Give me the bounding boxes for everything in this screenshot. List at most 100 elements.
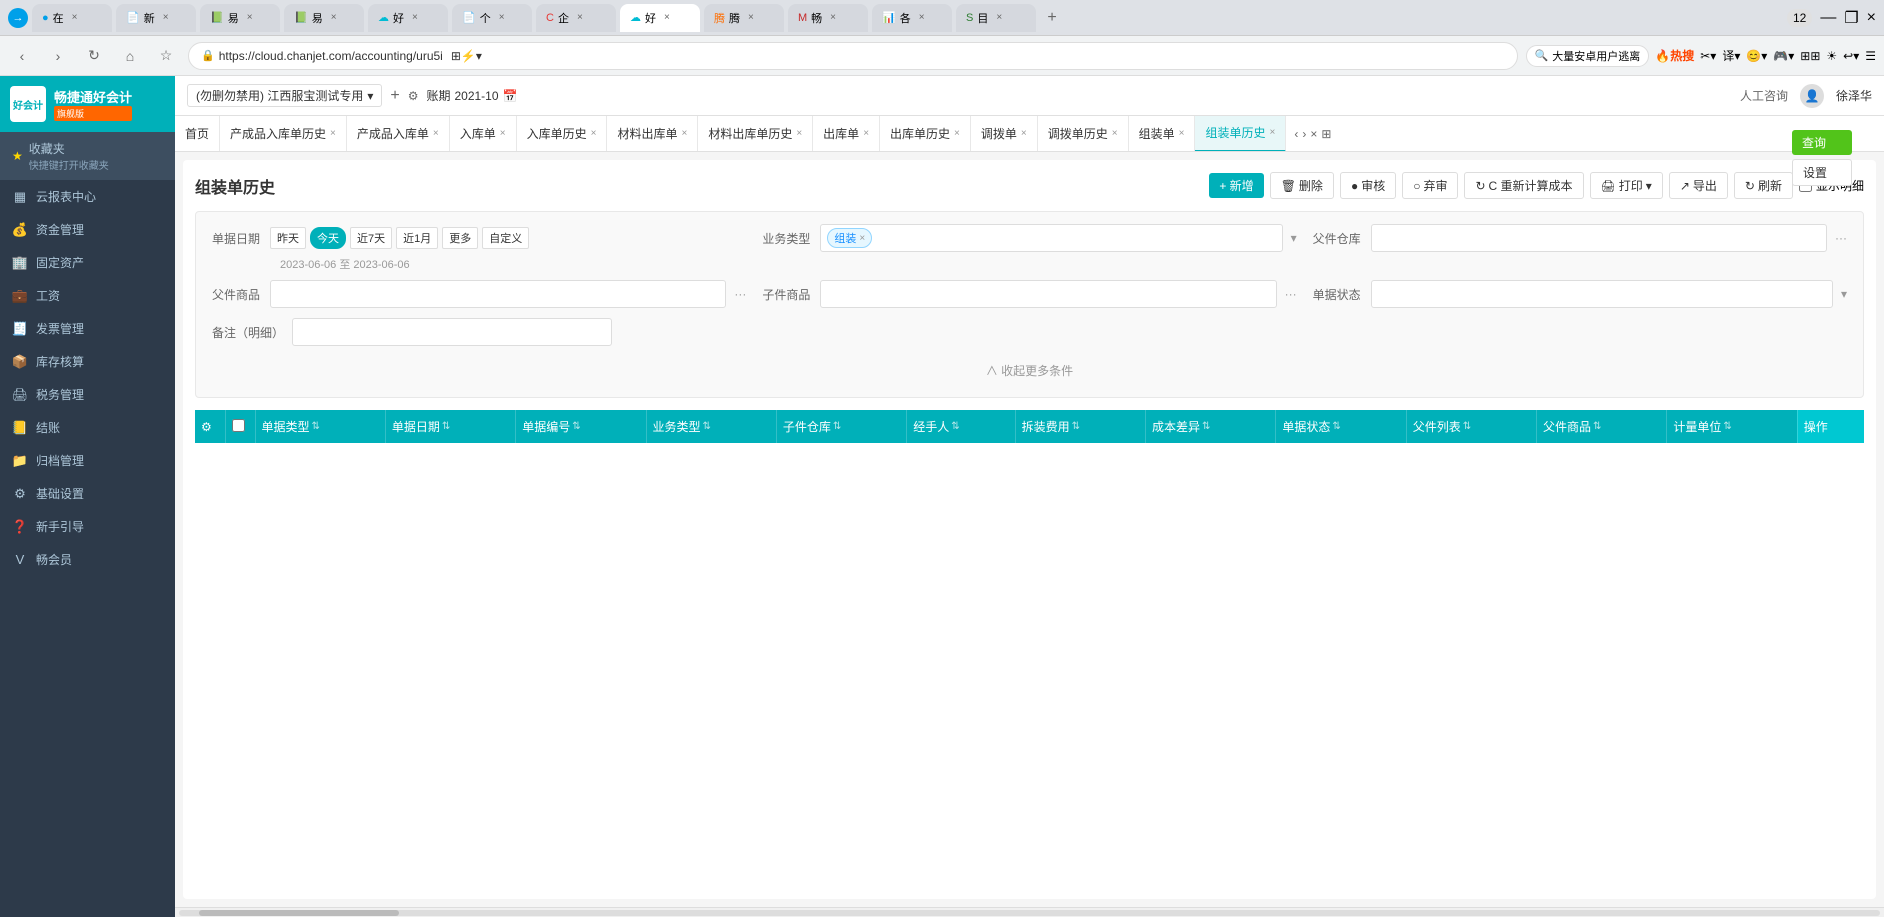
lightning-icon[interactable]: ⚡ [461,49,476,63]
sidebar-item-vip[interactable]: V 畅会员 [0,543,175,576]
tab-material-outbound-history[interactable]: 材料出库单历史 × [698,116,813,152]
home-button[interactable]: ⌂ [116,42,144,70]
company-selector[interactable]: (勿删勿禁用) 江西服宝测试专用 ▾ [187,84,382,107]
th-unit[interactable]: 计量单位 ⇅ [1667,410,1797,443]
tab-close-all-icon[interactable]: × [1310,127,1317,141]
th-cost-diff[interactable]: 成本差异 ⇅ [1146,410,1276,443]
th-document-number[interactable]: 单据编号 ⇅ [516,410,646,443]
tab-close-icon[interactable]: × [681,128,687,139]
grid-icon[interactable]: ⊞⊞ [1800,49,1820,63]
minimize-button[interactable]: — [1820,9,1836,27]
scrollbar-thumb[interactable] [199,910,399,916]
menu-icon[interactable]: ☰ [1865,49,1876,63]
sidebar-item-inventory[interactable]: 📦 库存核算 [0,345,175,378]
qr-code-icon[interactable]: ⊞ [451,49,461,63]
tab-close-icon[interactable]: × [591,128,597,139]
emoji-icon[interactable]: 😊▾ [1746,49,1767,63]
tab-close-icon[interactable]: × [1112,128,1118,139]
order-status-dropdown-icon[interactable]: ▾ [1841,287,1847,301]
yesterday-button[interactable]: 昨天 [270,227,306,249]
recalculate-button[interactable]: ↻ C 重新计算成本 [1464,172,1583,199]
th-parent-list[interactable]: 父件列表 ⇅ [1406,410,1536,443]
tab-assembly[interactable]: 组装单 × [1129,116,1196,152]
browser-tab-12[interactable]: S 目 × [956,4,1036,32]
print-button[interactable]: 🖨 打印 ▾ [1590,172,1663,199]
parent-goods-input[interactable] [270,280,726,308]
search-box[interactable]: 🔍 大量安卓用户逃离 [1526,45,1650,67]
sidebar-item-tax[interactable]: 🖨 税务管理 [0,378,175,411]
browser-tab-5[interactable]: ☁ 好 × [368,4,448,32]
last1month-button[interactable]: 近1月 [396,227,438,249]
browser-tab-7[interactable]: C 企 × [536,4,616,32]
address-bar[interactable]: 🔒 https://cloud.chanjet.com/accounting/u… [188,42,1518,70]
today-button[interactable]: 今天 [310,227,346,249]
more-options-icon[interactable]: ··· [1835,231,1847,245]
calendar-icon[interactable]: 📅 [503,89,518,103]
tab-outbound[interactable]: 出库单 × [813,116,880,152]
add-company-button[interactable]: + [390,87,399,105]
child-goods-more-icon[interactable]: ··· [1285,287,1297,301]
tab-close-icon[interactable]: × [330,128,336,139]
tab-close-icon[interactable]: × [1269,127,1275,138]
game-icon[interactable]: 🎮▾ [1773,49,1794,63]
select-all-checkbox[interactable] [232,419,245,432]
bookmark-button[interactable]: ☆ [152,42,180,70]
tab-close-icon[interactable]: × [1021,128,1027,139]
custom-button[interactable]: 自定义 [482,227,529,249]
tag-close-icon[interactable]: × [859,233,865,244]
export-button[interactable]: ↗ 导出 [1669,172,1728,199]
th-parent-goods[interactable]: 父件商品 ⇅ [1537,410,1667,443]
th-check[interactable] [225,410,255,443]
add-button[interactable]: + 新增 [1209,173,1263,198]
theme-icon[interactable]: ☀ [1826,49,1837,63]
browser-tab-8[interactable]: ☁ 好 × [620,4,700,32]
forward-button[interactable]: › [44,42,72,70]
tab-assembly-history[interactable]: 组装单历史 × [1195,116,1286,152]
hot-search-label[interactable]: 🔥热搜 [1655,47,1694,64]
sidebar-item-capital[interactable]: 💰 资金管理 [0,213,175,246]
browser-tab-2[interactable]: 📄 新 × [116,4,196,32]
translate-icon[interactable]: 译▾ [1722,47,1740,64]
dropdown-arrow-icon[interactable]: ▾ [476,49,482,63]
th-gear[interactable]: ⚙ [195,410,225,443]
restore-button[interactable]: ❐ [1844,8,1858,28]
undo-icon[interactable]: ↩▾ [1843,49,1859,63]
sidebar-item-archive[interactable]: 📁 归档管理 [0,444,175,477]
parent-goods-more-icon[interactable]: ··· [734,287,746,301]
child-goods-input[interactable] [820,280,1276,308]
service-link[interactable]: 人工咨询 [1740,87,1788,104]
settings-query-button[interactable]: 设置 [1792,160,1852,186]
abandon-button[interactable]: ○ 弃审 [1402,172,1458,199]
collapse-button[interactable]: ∧ 收起更多条件 [212,356,1847,385]
tab-more-icon[interactable]: ⊞ [1321,127,1331,141]
scissors-icon[interactable]: ✂▾ [1700,49,1716,63]
refresh-button[interactable]: ↻ 刷新 [1734,172,1793,199]
sidebar-item-cloud-report[interactable]: ▦ 云报表中心 [0,180,175,213]
settings-company-icon[interactable]: ⚙ [408,89,419,103]
tab-material-outbound[interactable]: 材料出库单 × [607,116,698,152]
th-order-status[interactable]: 单据状态 ⇅ [1276,410,1406,443]
back-button[interactable]: ‹ [8,42,36,70]
tab-outbound-history[interactable]: 出库单历史 × [880,116,971,152]
sidebar-item-settings[interactable]: ⚙ 基础设置 [0,477,175,510]
tab-finished-goods-inbound-history[interactable]: 产成品入库单历史 × [220,116,347,152]
tab-inbound-history[interactable]: 入库单历史 × [517,116,608,152]
browser-tab-10[interactable]: M 畅 × [788,4,868,32]
browser-tab-4[interactable]: 📗 易 × [284,4,364,32]
close-button[interactable]: × [1867,9,1876,27]
new-tab-button[interactable]: + [1040,6,1064,30]
th-document-date[interactable]: 单据日期 ⇅ [385,410,515,443]
sidebar-item-guide[interactable]: ❓ 新手引导 [0,510,175,543]
sidebar-favorites[interactable]: ★ 收藏夹 快捷键打开收藏夹 [0,132,175,180]
tab-scroll-right-icon[interactable]: › [1302,127,1306,141]
order-status-input[interactable] [1371,280,1833,308]
tab-close-icon[interactable]: × [1179,128,1185,139]
browser-tab-9[interactable]: 腾 腾 × [704,4,784,32]
browser-tab-6[interactable]: 📄 个 × [452,4,532,32]
tab-close-icon[interactable]: × [433,128,439,139]
th-child-warehouse[interactable]: 子件仓库 ⇅ [776,410,906,443]
sidebar-item-fixed-assets[interactable]: 🏢 固定资产 [0,246,175,279]
more-button[interactable]: 更多 [442,227,478,249]
username[interactable]: 徐泽华 [1836,87,1872,104]
dropdown-icon[interactable]: ▾ [1291,231,1297,245]
